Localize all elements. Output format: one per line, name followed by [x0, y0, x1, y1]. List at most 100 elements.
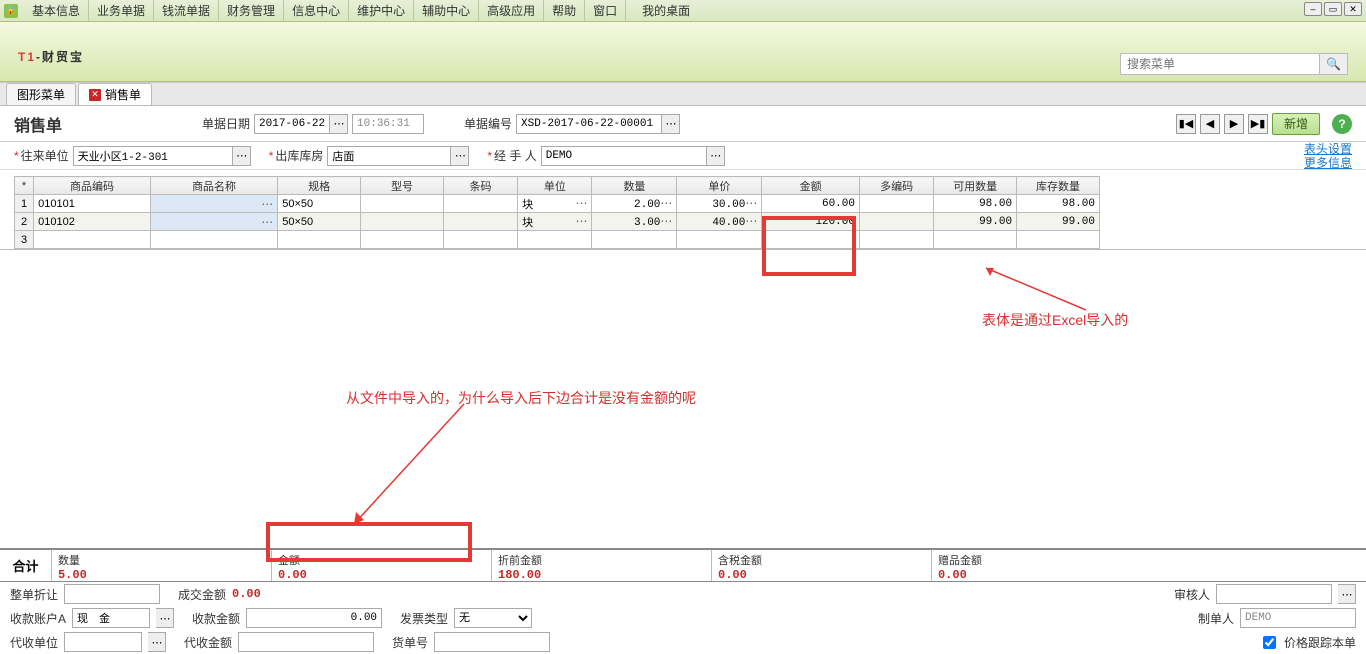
col-code[interactable]: 商品编码: [34, 177, 151, 195]
cell-price[interactable]: 40.00⋯: [677, 213, 762, 231]
cell-price[interactable]: 30.00⋯: [677, 195, 762, 213]
search-button[interactable]: 🔍: [1320, 53, 1348, 75]
menu-basic[interactable]: 基本信息: [24, 0, 89, 22]
cell-code[interactable]: 010102: [34, 213, 151, 231]
form-row: *往来单位 ⋯ *出库库房 ⋯ *经 手 人 ⋯ 表头设置 更多信息: [0, 142, 1366, 170]
party-field[interactable]: [73, 146, 233, 166]
table-row[interactable]: 1010101 ⋯50×50块 ⋯2.00⋯30.00⋯60.0098.0098…: [15, 195, 1100, 213]
col-price[interactable]: 单价: [677, 177, 762, 195]
proxy-unit-picker-button[interactable]: ⋯: [148, 632, 166, 652]
cell-name[interactable]: ⋯: [150, 195, 277, 213]
menu-window[interactable]: 窗口: [585, 0, 626, 22]
items-grid[interactable]: * 商品编码 商品名称 规格 型号 条码 单位 数量 单价 金额 多编码 可用数…: [14, 176, 1100, 249]
menu-aux[interactable]: 辅助中心: [414, 0, 479, 22]
date-picker-button[interactable]: ⋯: [330, 114, 348, 134]
menu-adv[interactable]: 高级应用: [479, 0, 544, 22]
row-number: 1: [15, 195, 34, 213]
tab-graph-menu[interactable]: 图形菜单: [6, 83, 76, 105]
shipment-no-field[interactable]: [434, 632, 550, 652]
restore-icon[interactable]: ▭: [1324, 2, 1342, 16]
tab-close-icon[interactable]: ✕: [89, 89, 101, 101]
docno-field[interactable]: [516, 114, 662, 134]
cell-amount[interactable]: [762, 231, 860, 249]
cell-qty[interactable]: 2.00⋯: [592, 195, 677, 213]
cell-model[interactable]: [361, 213, 444, 231]
menu-biz[interactable]: 业务单据: [89, 0, 154, 22]
cell-barcode[interactable]: [443, 231, 517, 249]
col-avail[interactable]: 可用数量: [934, 177, 1017, 195]
col-amount[interactable]: 金额: [762, 177, 860, 195]
party-picker-button[interactable]: ⋯: [233, 146, 251, 166]
auditor-field[interactable]: [1216, 584, 1332, 604]
search-input[interactable]: [1120, 53, 1320, 75]
more-info-link[interactable]: 更多信息: [1304, 156, 1352, 170]
col-stock[interactable]: 库存数量: [1017, 177, 1100, 195]
cell-model[interactable]: [361, 231, 444, 249]
header-settings-link[interactable]: 表头设置: [1304, 142, 1352, 156]
proxy-unit-field[interactable]: [64, 632, 142, 652]
cell-amount[interactable]: 120.00: [762, 213, 860, 231]
minimize-icon[interactable]: –: [1304, 2, 1322, 16]
help-button[interactable]: ?: [1332, 114, 1352, 134]
cell-spec[interactable]: 50×50: [278, 213, 361, 231]
col-multicode[interactable]: 多编码: [859, 177, 933, 195]
table-row[interactable]: 2010102 ⋯50×50块 ⋯3.00⋯40.00⋯120.0099.009…: [15, 213, 1100, 231]
cell-multicode[interactable]: [859, 213, 933, 231]
cell-amount[interactable]: 60.00: [762, 195, 860, 213]
proxy-amount-field[interactable]: [238, 632, 374, 652]
cell-model[interactable]: [361, 195, 444, 213]
account-picker-button[interactable]: ⋯: [156, 608, 174, 628]
handler-field[interactable]: [541, 146, 707, 166]
total-gift-value: 0.00: [938, 568, 1360, 582]
cell-multicode[interactable]: [859, 195, 933, 213]
tab-sales[interactable]: ✕ 销售单: [78, 83, 152, 105]
col-name[interactable]: 商品名称: [150, 177, 277, 195]
account-field[interactable]: [72, 608, 150, 628]
menu-desktop[interactable]: 我的桌面: [634, 0, 698, 22]
nav-next-button[interactable]: ▶: [1224, 114, 1244, 134]
cell-stock: [1017, 231, 1100, 249]
auditor-picker-button[interactable]: ⋯: [1338, 584, 1356, 604]
menu-maint[interactable]: 维护中心: [349, 0, 414, 22]
cell-spec[interactable]: [278, 231, 361, 249]
menu-cash[interactable]: 钱流单据: [154, 0, 219, 22]
menu-help[interactable]: 帮助: [544, 0, 585, 22]
receipt-amount-field[interactable]: [246, 608, 382, 628]
nav-prev-button[interactable]: ◀: [1200, 114, 1220, 134]
cell-name[interactable]: [150, 231, 277, 249]
handler-picker-button[interactable]: ⋯: [707, 146, 725, 166]
col-unit[interactable]: 单位: [518, 177, 592, 195]
new-button[interactable]: 新增: [1272, 113, 1320, 135]
date-field[interactable]: [254, 114, 330, 134]
cell-price[interactable]: [677, 231, 762, 249]
cell-barcode[interactable]: [443, 195, 517, 213]
col-spec[interactable]: 规格: [278, 177, 361, 195]
cell-name[interactable]: ⋯: [150, 213, 277, 231]
discount-field[interactable]: [64, 584, 160, 604]
nav-first-button[interactable]: ▮◀: [1176, 114, 1196, 134]
col-qty[interactable]: 数量: [592, 177, 677, 195]
cell-qty[interactable]: 3.00⋯: [592, 213, 677, 231]
table-row[interactable]: 3: [15, 231, 1100, 249]
docno-picker-button[interactable]: ⋯: [662, 114, 680, 134]
menu-info[interactable]: 信息中心: [284, 0, 349, 22]
cell-multicode[interactable]: [859, 231, 933, 249]
menu-finance[interactable]: 财务管理: [219, 0, 284, 22]
cell-code[interactable]: [34, 231, 151, 249]
close-icon[interactable]: ✕: [1344, 2, 1362, 16]
cell-barcode[interactable]: [443, 213, 517, 231]
cell-qty[interactable]: [592, 231, 677, 249]
warehouse-field[interactable]: [327, 146, 451, 166]
cell-unit[interactable]: 块 ⋯: [518, 195, 592, 213]
invoice-type-select[interactable]: 无: [454, 608, 532, 628]
col-model[interactable]: 型号: [361, 177, 444, 195]
col-barcode[interactable]: 条码: [443, 177, 517, 195]
tab-sales-label: 销售单: [105, 86, 141, 103]
nav-last-button[interactable]: ▶▮: [1248, 114, 1268, 134]
warehouse-picker-button[interactable]: ⋯: [451, 146, 469, 166]
price-track-checkbox[interactable]: [1263, 636, 1276, 649]
cell-code[interactable]: 010101: [34, 195, 151, 213]
cell-unit[interactable]: [518, 231, 592, 249]
cell-spec[interactable]: 50×50: [278, 195, 361, 213]
cell-unit[interactable]: 块 ⋯: [518, 213, 592, 231]
